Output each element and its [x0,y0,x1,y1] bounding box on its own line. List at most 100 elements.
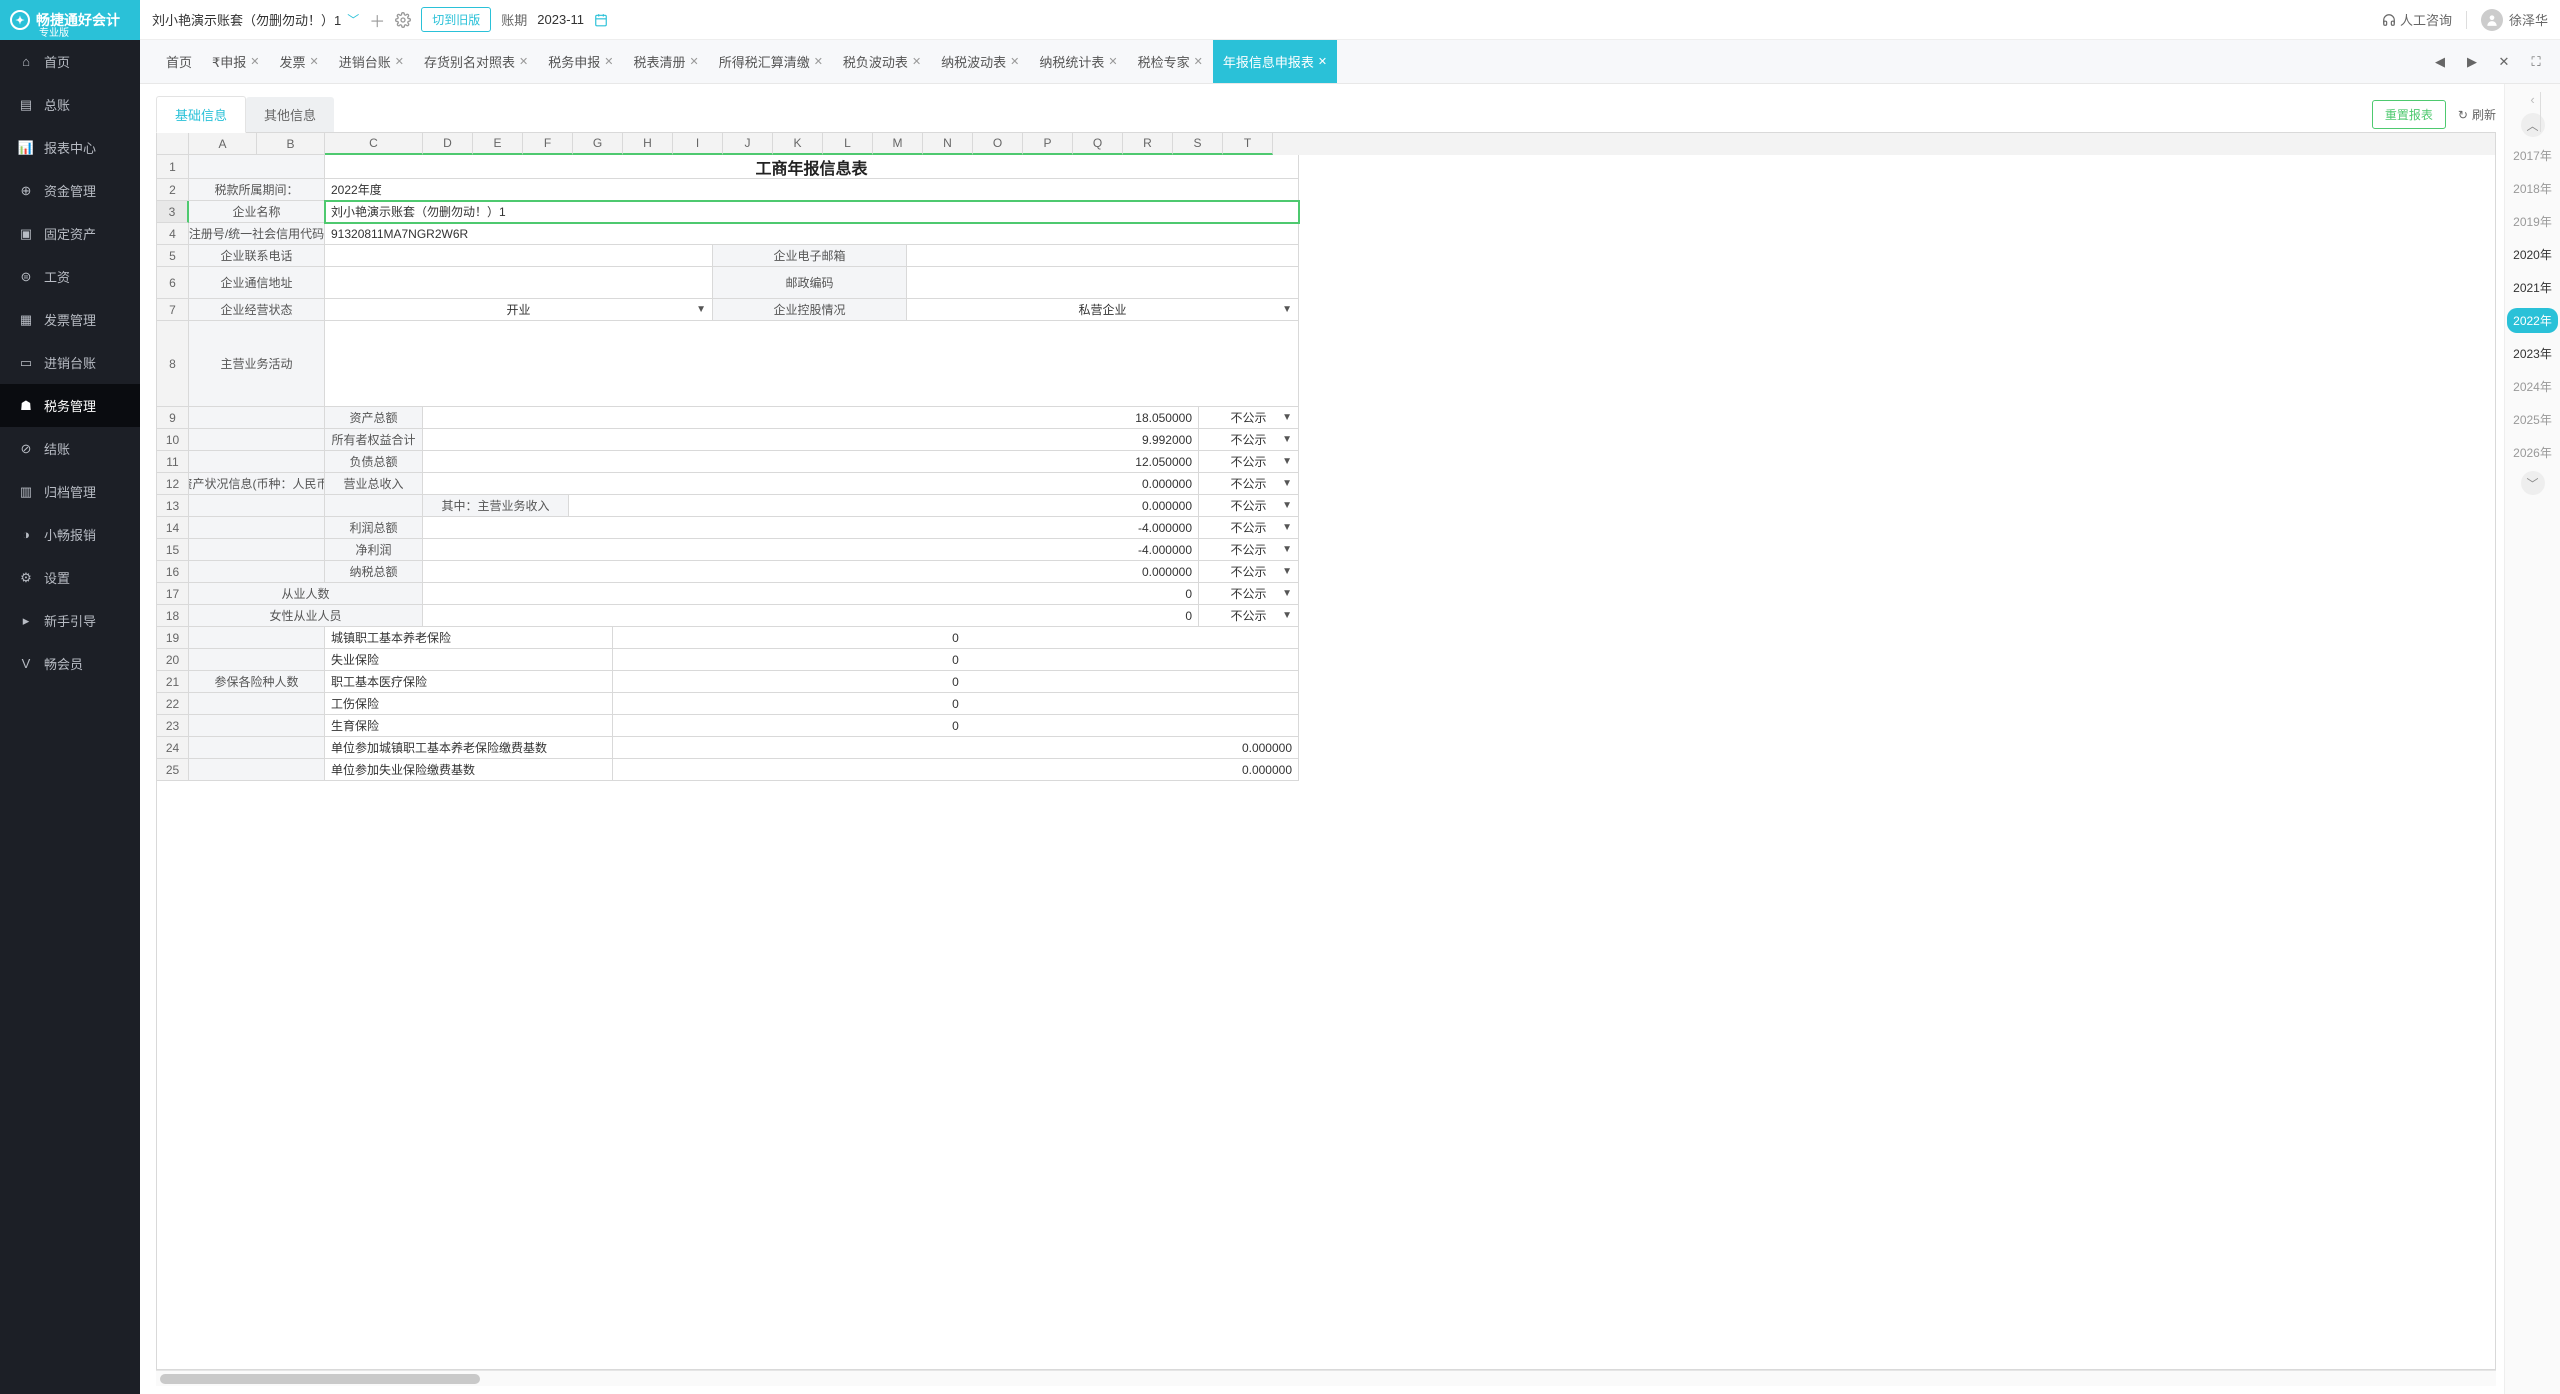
col-header-F[interactable]: F [523,133,573,155]
period-value[interactable]: 2023-11 [537,12,584,27]
nav-item-7[interactable]: ▭进销台账 [0,341,140,384]
row-header-19[interactable]: 19 [157,627,189,649]
tab-12[interactable]: 年报信息申报表✕ [1213,40,1337,83]
tab-1[interactable]: ₹申报✕ [202,40,270,83]
value-total-assets[interactable]: 18.050000 [423,407,1199,429]
row-header-24[interactable]: 24 [157,737,189,759]
tab-4[interactable]: 存货别名对照表✕ [414,40,538,83]
select-publish-9[interactable]: 不公示▼ [1199,407,1299,429]
row-header-14[interactable]: 14 [157,517,189,539]
row-header-22[interactable]: 22 [157,693,189,715]
value-ins-pension[interactable]: 0 [613,627,1299,649]
col-header-E[interactable]: E [473,133,523,155]
consult-button[interactable]: 人工咨询 [2382,10,2452,29]
select-publish-14[interactable]: 不公示▼ [1199,517,1299,539]
nav-item-1[interactable]: ▤总账 [0,83,140,126]
tab-10[interactable]: 纳税统计表✕ [1029,40,1127,83]
col-header-N[interactable]: N [923,133,973,155]
row-header-3[interactable]: 3 [157,201,189,223]
tab-0[interactable]: 首页 [156,40,202,83]
col-header-C[interactable]: C [325,133,423,155]
value-main-rev[interactable]: 0.000000 [569,495,1199,517]
reset-report-button[interactable]: 重置报表 [2372,100,2446,129]
tab-6[interactable]: 税表清册✕ [623,40,708,83]
input-postcode[interactable] [907,267,1299,299]
select-publish-16[interactable]: 不公示▼ [1199,561,1299,583]
tab-3[interactable]: 进销台账✕ [329,40,414,83]
row-header-8[interactable]: 8 [157,321,189,407]
tab-close-icon[interactable]: ✕ [519,55,528,68]
tab-close-icon[interactable]: ✕ [604,55,613,68]
nav-item-0[interactable]: ⌂首页 [0,40,140,83]
nav-item-8[interactable]: ☗税务管理 [0,384,140,427]
nav-item-3[interactable]: ⊕资金管理 [0,169,140,212]
nav-item-9[interactable]: ⊘结账 [0,427,140,470]
value-employees[interactable]: 0 [423,583,1199,605]
switch-old-version-button[interactable]: 切到旧版 [421,7,491,32]
refresh-button[interactable]: ↻ 刷新 [2458,106,2496,123]
select-publish-13[interactable]: 不公示▼ [1199,495,1299,517]
row-header-25[interactable]: 25 [157,759,189,781]
horizontal-scrollbar[interactable] [156,1370,2496,1386]
col-header-Q[interactable]: Q [1073,133,1123,155]
select-publish-12[interactable]: 不公示▼ [1199,473,1299,495]
row-header-17[interactable]: 17 [157,583,189,605]
nav-item-12[interactable]: ⚙设置 [0,556,140,599]
tab-close-all-button[interactable]: ✕ [2492,50,2516,74]
col-header-M[interactable]: M [873,133,923,155]
year-item-2023年[interactable]: 2023年 [2507,341,2558,366]
row-header-4[interactable]: 4 [157,223,189,245]
year-item-2018年[interactable]: 2018年 [2507,176,2558,201]
col-header-A[interactable]: A [189,133,257,155]
col-header-R[interactable]: R [1123,133,1173,155]
value-female-emp[interactable]: 0 [423,605,1199,627]
value-ins-medical[interactable]: 0 [613,671,1299,693]
value-ins-base-unemp[interactable]: 0.000000 [613,759,1299,781]
select-biz-status[interactable]: 开业▼ [325,299,713,321]
cell-company-name[interactable]: 刘小艳演示账套（勿删勿动！）1 [325,201,1299,223]
row-header-5[interactable]: 5 [157,245,189,267]
value-net-profit[interactable]: -4.000000 [423,539,1199,561]
tab-close-icon[interactable]: ✕ [1108,55,1117,68]
row-header-13[interactable]: 13 [157,495,189,517]
row-header-7[interactable]: 7 [157,299,189,321]
nav-item-6[interactable]: ▦发票管理 [0,298,140,341]
col-header-O[interactable]: O [973,133,1023,155]
value-op-revenue[interactable]: 0.000000 [423,473,1199,495]
select-publish-11[interactable]: 不公示▼ [1199,451,1299,473]
tab-close-icon[interactable]: ✕ [310,55,319,68]
tab-close-icon[interactable]: ✕ [250,55,259,68]
nav-item-13[interactable]: ▸新手引导 [0,599,140,642]
row-header-11[interactable]: 11 [157,451,189,473]
year-item-2024年[interactable]: 2024年 [2507,374,2558,399]
select-holding[interactable]: 私营企业▼ [907,299,1299,321]
row-header-16[interactable]: 16 [157,561,189,583]
value-total-liab[interactable]: 12.050000 [423,451,1199,473]
user-menu[interactable]: 徐泽华 [2481,9,2548,31]
col-header-J[interactable]: J [723,133,773,155]
col-header-S[interactable]: S [1173,133,1223,155]
tab-close-icon[interactable]: ✕ [1010,55,1019,68]
sheet-tab-other[interactable]: 其他信息 [246,97,334,132]
row-header-10[interactable]: 10 [157,429,189,451]
col-header-D[interactable]: D [423,133,473,155]
col-header-B[interactable]: B [257,133,325,155]
year-item-2019年[interactable]: 2019年 [2507,209,2558,234]
tab-5[interactable]: 税务申报✕ [538,40,623,83]
add-account-button[interactable]: ＋ [369,8,385,32]
nav-item-11[interactable]: ◑小畅报销 [0,513,140,556]
tab-11[interactable]: 税检专家✕ [1128,40,1213,83]
nav-item-10[interactable]: ▥归档管理 [0,470,140,513]
row-header-20[interactable]: 20 [157,649,189,671]
fullscreen-button[interactable]: ⛶ [2524,50,2548,74]
select-publish-18[interactable]: 不公示▼ [1199,605,1299,627]
row-header-6[interactable]: 6 [157,267,189,299]
select-publish-10[interactable]: 不公示▼ [1199,429,1299,451]
tab-8[interactable]: 税负波动表✕ [833,40,931,83]
year-item-2017年[interactable]: 2017年 [2507,143,2558,168]
col-header-T[interactable]: T [1223,133,1273,155]
spreadsheet-grid[interactable]: ABCDEFGHIJKLMNOPQRST 1工商年报信息表2税款所属期间：202… [156,132,2496,1370]
tab-7[interactable]: 所得税汇算清缴✕ [709,40,833,83]
tab-close-icon[interactable]: ✕ [912,55,921,68]
tab-close-icon[interactable]: ✕ [689,55,698,68]
